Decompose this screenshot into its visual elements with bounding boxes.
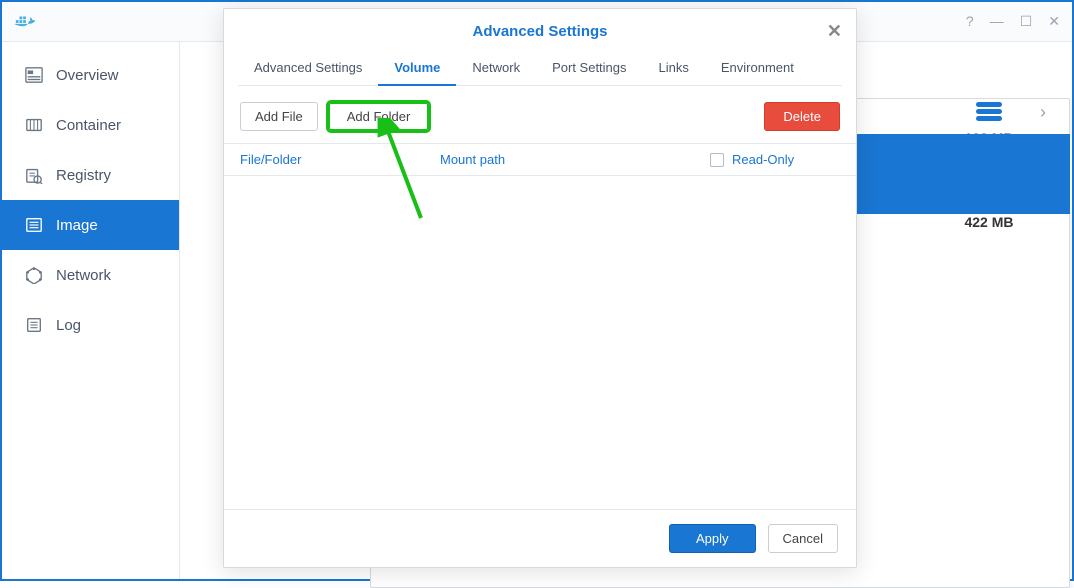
sidebar-label: Overview [56, 67, 119, 84]
container-icon [24, 115, 44, 135]
tab-advanced-settings[interactable]: Advanced Settings [238, 50, 378, 85]
modal-tabs: Advanced Settings Volume Network Port Se… [238, 50, 842, 86]
minimize-icon[interactable]: — [990, 13, 1004, 30]
help-icon[interactable]: ? [966, 13, 974, 30]
app-window: ? — ☐ ✕ Overview Container Registry Imag… [0, 0, 1074, 581]
modal-title-bar: Advanced Settings ✕ [224, 9, 856, 50]
overview-icon [24, 65, 44, 85]
col-read-only-label: Read-Only [732, 152, 794, 167]
chevron-right-icon[interactable]: › [1040, 102, 1046, 123]
tab-links[interactable]: Links [643, 50, 705, 85]
window-controls: ? — ☐ ✕ [966, 13, 1060, 30]
sidebar-item-log[interactable]: Log [2, 300, 179, 350]
cancel-button[interactable]: Cancel [768, 524, 838, 553]
sidebar-item-registry[interactable]: Registry [2, 150, 179, 200]
add-folder-highlight: Add Folder [326, 100, 432, 133]
apply-button[interactable]: Apply [669, 524, 756, 553]
sidebar-label: Registry [56, 167, 111, 184]
sidebar-label: Log [56, 317, 81, 334]
col-read-only: Read-Only [710, 152, 840, 167]
sidebar-item-overview[interactable]: Overview [2, 50, 179, 100]
advanced-settings-modal: Advanced Settings ✕ Advanced Settings Vo… [223, 8, 857, 568]
tab-environment[interactable]: Environment [705, 50, 810, 85]
registry-icon [24, 165, 44, 185]
tab-volume[interactable]: Volume [378, 50, 456, 85]
maximize-icon[interactable]: ☐ [1020, 13, 1033, 30]
close-icon[interactable]: ✕ [827, 21, 842, 42]
col-file-folder: File/Folder [240, 152, 440, 167]
docker-whale-icon [14, 11, 36, 33]
tab-port-settings[interactable]: Port Settings [536, 50, 642, 85]
tab-network[interactable]: Network [456, 50, 536, 85]
col-mount-path: Mount path [440, 152, 710, 167]
sidebar-item-container[interactable]: Container [2, 100, 179, 150]
volume-table-header: File/Folder Mount path Read-Only [224, 143, 856, 176]
add-file-button[interactable]: Add File [240, 102, 318, 131]
log-icon [24, 315, 44, 335]
modal-title: Advanced Settings [472, 23, 607, 40]
sidebar-label: Image [56, 217, 98, 234]
sidebar-label: Network [56, 267, 111, 284]
sidebar-item-image[interactable]: Image [2, 200, 179, 250]
sidebar: Overview Container Registry Image Networ… [2, 42, 180, 579]
sidebar-label: Container [56, 117, 121, 134]
network-icon [24, 265, 44, 285]
disk-icon [976, 102, 1002, 122]
image-icon [24, 215, 44, 235]
add-folder-button[interactable]: Add Folder [341, 107, 417, 126]
disk-size: 422 MB [964, 214, 1013, 230]
close-window-icon[interactable]: ✕ [1048, 13, 1060, 30]
volume-table-body [224, 176, 856, 509]
sidebar-item-network[interactable]: Network [2, 250, 179, 300]
delete-button[interactable]: Delete [764, 102, 840, 131]
readonly-header-checkbox[interactable] [710, 153, 724, 167]
volume-toolbar: Add File Add Folder Delete [224, 86, 856, 143]
modal-footer: Apply Cancel [224, 509, 856, 567]
